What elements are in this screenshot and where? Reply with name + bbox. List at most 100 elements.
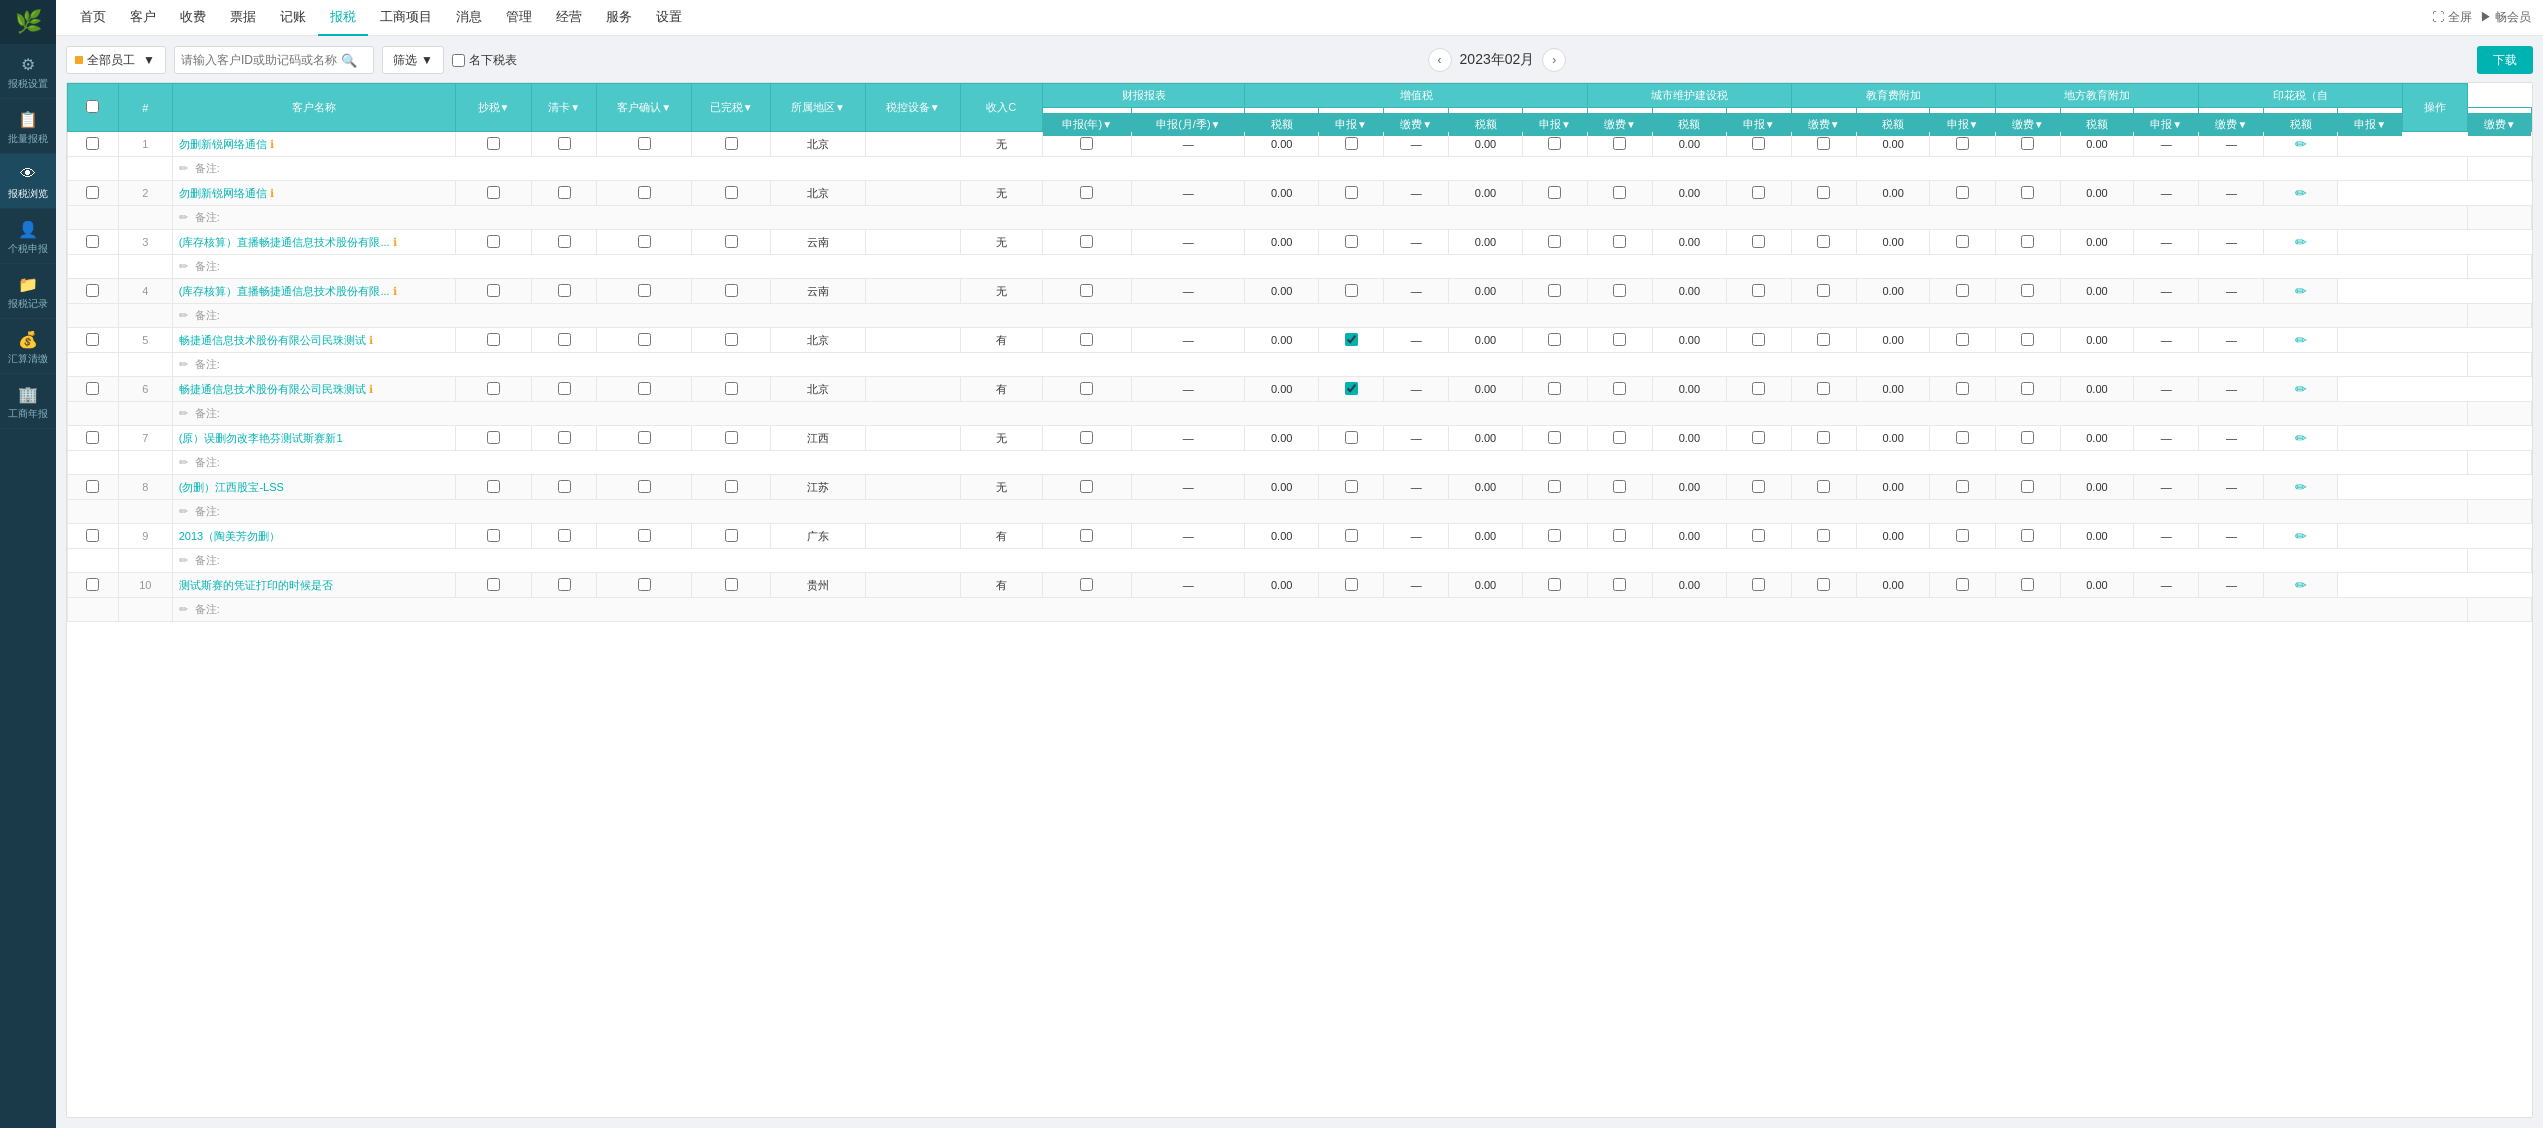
row-qingka[interactable]: [532, 475, 597, 500]
row-city-shenb[interactable]: [1522, 328, 1587, 353]
row-checkbox-cell[interactable]: [68, 279, 119, 304]
th-income[interactable]: 收入C: [960, 84, 1042, 132]
row-confirm[interactable]: [597, 181, 692, 206]
th-zz-shenb2[interactable]: 申报▼: [1522, 112, 1587, 136]
edit-button[interactable]: ✏: [2295, 381, 2307, 397]
row-ops[interactable]: ✏: [2264, 181, 2338, 206]
row-confirm[interactable]: [597, 230, 692, 255]
row-le-jiaof[interactable]: [1995, 524, 2060, 549]
row-city-shenb[interactable]: [1522, 279, 1587, 304]
row-le-shenb[interactable]: [1930, 573, 1995, 598]
row-checkbox-cell[interactable]: [68, 328, 119, 353]
row-le-shenb[interactable]: [1930, 475, 1995, 500]
row-ops[interactable]: ✏: [2264, 524, 2338, 549]
nav-guanli[interactable]: 管理: [494, 0, 544, 36]
th-name[interactable]: 客户名称: [172, 84, 455, 132]
th-chaoshui[interactable]: 抄税▼: [455, 84, 531, 132]
fullscreen-btn[interactable]: ⛶ 全屏: [2432, 9, 2471, 26]
row-qingka[interactable]: [532, 181, 597, 206]
row-le-jiaof[interactable]: [1995, 279, 2060, 304]
row-chaoshui[interactable]: [455, 573, 531, 598]
row-edu-jiaof[interactable]: [1791, 426, 1856, 451]
employee-filter[interactable]: 全部员工 ▼: [66, 46, 166, 74]
row-qingka[interactable]: [532, 524, 597, 549]
row-checkbox-cell[interactable]: [68, 426, 119, 451]
row-checkbox-cell[interactable]: [68, 230, 119, 255]
row-name[interactable]: 勿删新锐网络通信ℹ: [172, 132, 455, 157]
th-confirm[interactable]: 客户确认▼: [597, 84, 692, 132]
th-caijin-year[interactable]: 申报(年)▼: [1042, 112, 1132, 136]
row-caijin-year[interactable]: [1042, 230, 1132, 255]
sidebar-item-piliang[interactable]: 📋 批量报税: [0, 99, 56, 154]
row-confirm[interactable]: [597, 132, 692, 157]
row-le-shenb[interactable]: [1930, 230, 1995, 255]
row-paid[interactable]: [692, 377, 771, 402]
row-city-jiaof[interactable]: [1587, 426, 1652, 451]
edit-button[interactable]: ✏: [2295, 234, 2307, 250]
row-ops[interactable]: ✏: [2264, 475, 2338, 500]
row-zz-shenb[interactable]: [1319, 328, 1384, 353]
row-paid[interactable]: [692, 230, 771, 255]
row-le-jiaof[interactable]: [1995, 377, 2060, 402]
row-name[interactable]: 畅捷通信息技术股份有限公司民珠测试ℹ: [172, 377, 455, 402]
row-le-jiaof[interactable]: [1995, 426, 2060, 451]
row-caijin-year[interactable]: [1042, 573, 1132, 598]
row-remark[interactable]: ✏ 备注:: [172, 451, 2468, 475]
row-confirm[interactable]: [597, 524, 692, 549]
row-ops[interactable]: ✏: [2264, 573, 2338, 598]
row-city-jiaof[interactable]: [1587, 181, 1652, 206]
row-edu-jiaof[interactable]: [1791, 377, 1856, 402]
row-le-shenb[interactable]: [1930, 328, 1995, 353]
row-le-jiaof[interactable]: [1995, 230, 2060, 255]
row-caijin-year[interactable]: [1042, 279, 1132, 304]
sidebar-item-records[interactable]: 📁 报税记录: [0, 264, 56, 319]
row-edu-shenb[interactable]: [1726, 279, 1791, 304]
row-ops[interactable]: ✏: [2264, 328, 2338, 353]
row-city-shenb[interactable]: [1522, 524, 1587, 549]
edit-button[interactable]: ✏: [2295, 332, 2307, 348]
edit-button[interactable]: ✏: [2295, 430, 2307, 446]
row-confirm[interactable]: [597, 279, 692, 304]
row-qingka[interactable]: [532, 573, 597, 598]
row-checkbox[interactable]: [86, 284, 99, 297]
row-edu-shenb[interactable]: [1726, 524, 1791, 549]
row-edu-jiaof[interactable]: [1791, 181, 1856, 206]
table-container[interactable]: # 客户名称 抄税▼ 清卡▼ 客户确认▼ 已完税▼ 所属地区▼ 税控设备▼ 收入…: [66, 82, 2533, 1118]
row-le-shenb[interactable]: [1930, 181, 1995, 206]
row-chaoshui[interactable]: [455, 377, 531, 402]
row-chaoshui[interactable]: [455, 426, 531, 451]
row-qingka[interactable]: [532, 328, 597, 353]
row-le-jiaof[interactable]: [1995, 573, 2060, 598]
row-name[interactable]: (勿删）江西股宝-LSS: [172, 475, 455, 500]
row-edu-jiaof[interactable]: [1791, 524, 1856, 549]
row-qingka[interactable]: [532, 230, 597, 255]
th-zz-jiaof2[interactable]: 缴费▼: [1587, 112, 1652, 136]
edit-button[interactable]: ✏: [2295, 283, 2307, 299]
row-name[interactable]: (库存核算）直播畅捷通信息技术股份有限...ℹ: [172, 279, 455, 304]
row-chaoshui[interactable]: [455, 279, 531, 304]
row-city-jiaof[interactable]: [1587, 524, 1652, 549]
row-confirm[interactable]: [597, 475, 692, 500]
row-city-jiaof[interactable]: [1587, 573, 1652, 598]
th-st-jiaof[interactable]: 缴费▼: [2468, 112, 2532, 136]
row-chaoshui[interactable]: [455, 524, 531, 549]
edit-button[interactable]: ✏: [2295, 479, 2307, 495]
row-remark[interactable]: ✏ 备注:: [172, 549, 2468, 573]
row-caijin-year[interactable]: [1042, 181, 1132, 206]
row-edu-jiaof[interactable]: [1791, 279, 1856, 304]
row-checkbox[interactable]: [86, 480, 99, 493]
row-qingka[interactable]: [532, 377, 597, 402]
row-name[interactable]: 2013（陶美芳勿删）: [172, 524, 455, 549]
row-zz-shenb[interactable]: [1319, 181, 1384, 206]
th-device[interactable]: 税控设备▼: [865, 84, 960, 132]
mingxia-checkbox[interactable]: [452, 54, 465, 67]
row-remark[interactable]: ✏ 备注:: [172, 157, 2468, 181]
nav-shoufei[interactable]: 收费: [168, 0, 218, 36]
edit-button[interactable]: ✏: [2295, 577, 2307, 593]
row-confirm[interactable]: [597, 426, 692, 451]
nav-fuwu[interactable]: 服务: [594, 0, 644, 36]
row-zz-shenb[interactable]: [1319, 230, 1384, 255]
row-checkbox-cell[interactable]: [68, 181, 119, 206]
sidebar-item-gongshang[interactable]: 🏢 工商年报: [0, 374, 56, 429]
row-caijin-year[interactable]: [1042, 475, 1132, 500]
